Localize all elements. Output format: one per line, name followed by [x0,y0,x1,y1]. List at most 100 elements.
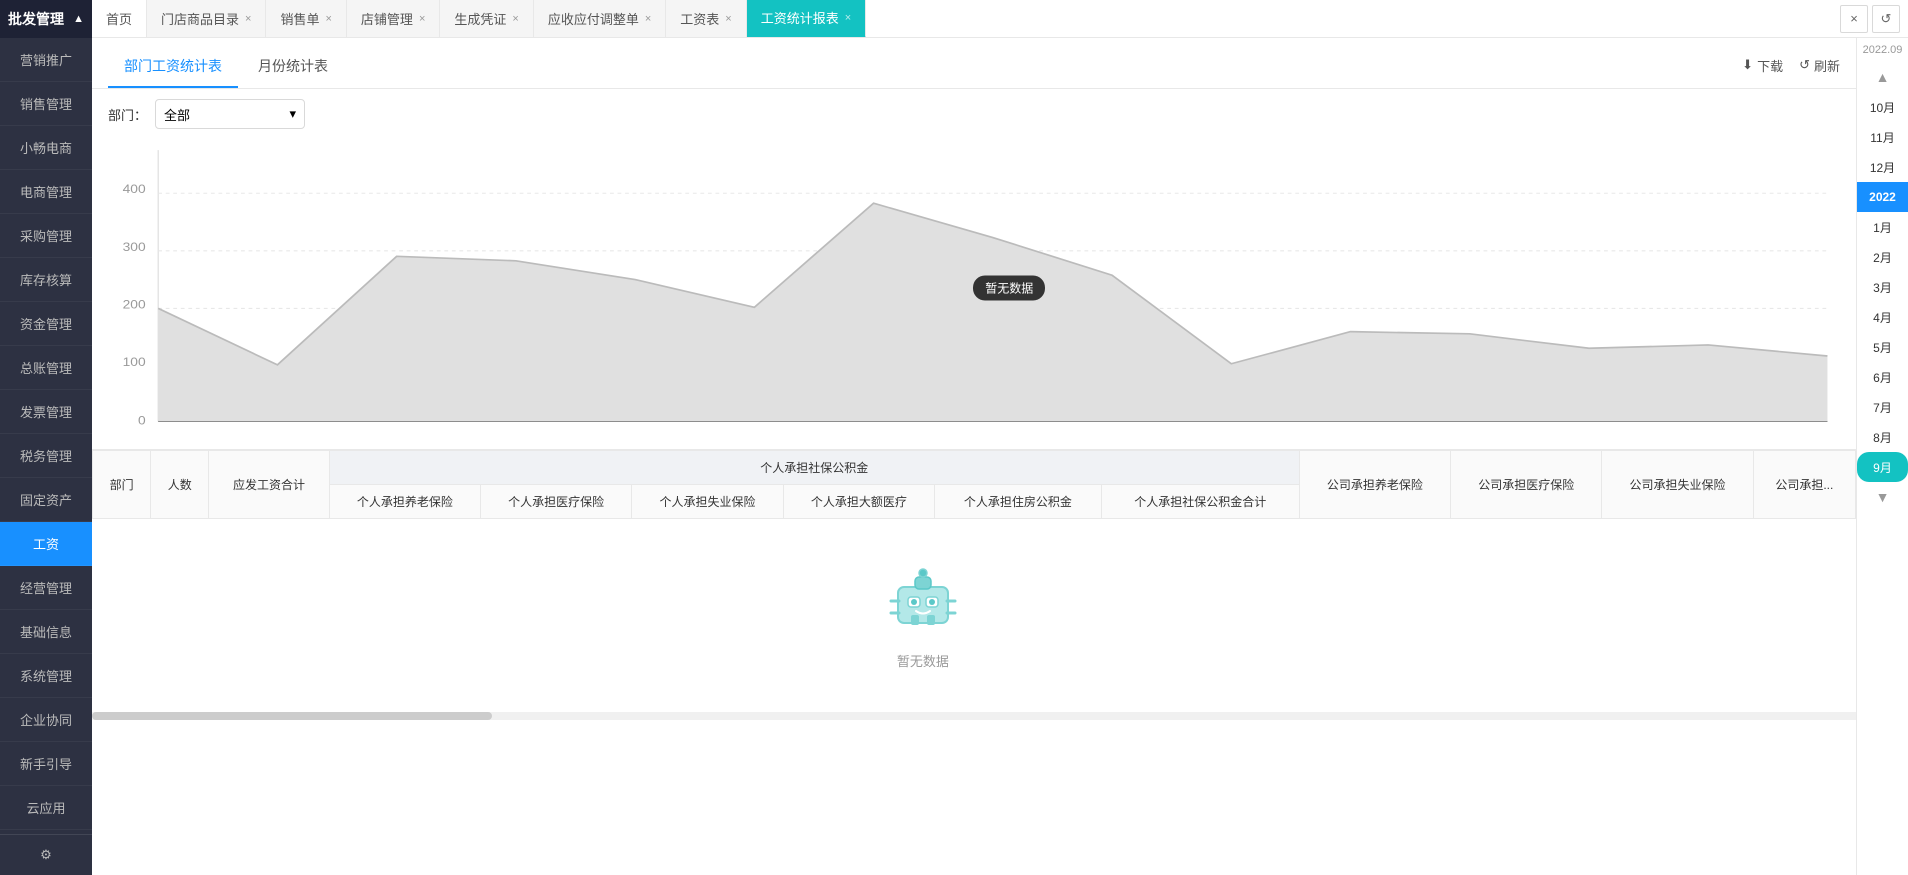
sidebar-item-ecommerce-small[interactable]: 小畅电商 [0,126,92,170]
date-item-dec[interactable]: 12月 [1857,152,1908,182]
tab-home[interactable]: 首页 [92,0,147,38]
refresh-tab-button[interactable]: ↺ [1872,5,1900,33]
sidebar-item-ledger[interactable]: 总账管理 [0,346,92,390]
empty-text: 暂无数据 [897,651,949,670]
col-header-total-salary: 应发工资合计 [209,451,329,519]
sidebar-header: 批发管理 ▲ [0,0,92,38]
dept-select[interactable]: 全部 ▾ [155,99,305,129]
chevron-down-icon: ▾ [289,106,296,122]
date-item-nov[interactable]: 11月 [1857,122,1908,152]
col-header-dept: 部门 [93,451,151,519]
svg-text:0: 0 [138,413,146,427]
empty-state: 暂无数据 [93,519,1754,710]
tab-bar: 首页 门店商品目录 × 销售单 × 店铺管理 × 生成凭证 × 应收应付调整单 … [92,0,1908,38]
tab-receivable-adjustment[interactable]: 应收应付调整单 × [534,0,666,38]
col-header-company-other: 公司承担... [1753,451,1855,519]
h-scrollbar[interactable] [92,712,1856,720]
tab-payroll-report[interactable]: 工资统计报表 × [747,0,866,38]
refresh-icon: ↺ [1881,11,1892,27]
close-all-icon: × [1850,11,1858,26]
col-header-personal-medical: 个人承担医疗保险 [481,485,632,519]
data-table: 部门 人数 应发工资合计 个人承担社保公积金 [92,450,1856,710]
main-area: 首页 门店商品目录 × 销售单 × 店铺管理 × 生成凭证 × 应收应付调整单 … [92,0,1908,875]
sidebar-item-system[interactable]: 系统管理 [0,654,92,698]
date-prev-btn[interactable]: ▲ [1857,62,1908,92]
tab-close-payroll-table[interactable]: × [725,13,731,25]
date-item-jan[interactable]: 1月 [1857,212,1908,242]
date-item-feb[interactable]: 2月 [1857,242,1908,272]
tab-close-generate-voucher[interactable]: × [512,13,518,25]
download-icon: ⬇ [1742,57,1753,73]
date-item-jun[interactable]: 6月 [1857,362,1908,392]
svg-text:100: 100 [123,355,146,369]
sidebar-title: 批发管理 [8,9,64,29]
date-next-btn[interactable]: ▼ [1857,482,1908,512]
sub-tabs: 部门工资统计表 月份统计表 ⬇ 下载 ↺ 刷新 [92,38,1856,89]
sidebar-item-invoice[interactable]: 发票管理 [0,390,92,434]
col-header-personal-large-medical: 个人承担大额医疗 [783,485,934,519]
sidebar-item-guide[interactable]: 新手引导 [0,742,92,786]
table-empty-row: 暂无数据 [93,519,1856,711]
sidebar: 批发管理 ▲ 营销推广 销售管理 小畅电商 电商管理 采购管理 库存核算 资金管… [0,0,92,875]
col-header-company-unemployment: 公司承担失业保险 [1602,451,1753,519]
date-item-aug[interactable]: 8月 [1857,422,1908,452]
chart-area: 暂无数据 0 100 200 300 400 [92,139,1856,449]
tab-close-store-catalog[interactable]: × [245,13,251,25]
col-header-headcount: 人数 [151,451,209,519]
sidebar-item-finance[interactable]: 资金管理 [0,302,92,346]
sidebar-item-inventory[interactable]: 库存核算 [0,258,92,302]
svg-text:200: 200 [123,297,146,311]
tab-store-catalog[interactable]: 门店商品目录 × [147,0,266,38]
download-button[interactable]: ⬇ 下载 [1742,56,1783,75]
tab-sales[interactable]: 销售单 × [266,0,346,38]
h-scrollbar-thumb[interactable] [92,712,492,720]
sidebar-item-ecommerce[interactable]: 电商管理 [0,170,92,214]
sidebar-item-cloud[interactable]: 云应用 [0,786,92,830]
tab-close-payroll-report[interactable]: × [845,12,851,24]
sidebar-item-purchase[interactable]: 采购管理 [0,214,92,258]
date-item-apr[interactable]: 4月 [1857,302,1908,332]
date-item-oct[interactable]: 10月 [1857,92,1908,122]
sidebar-item-assets[interactable]: 固定资产 [0,478,92,522]
close-all-tabs-button[interactable]: × [1840,5,1868,33]
tab-close-shop-manage[interactable]: × [419,13,425,25]
date-item-mar[interactable]: 3月 [1857,272,1908,302]
col-header-company-pension: 公司承担养老保险 [1299,451,1450,519]
tab-close-sales[interactable]: × [325,13,331,25]
sidebar-item-tax[interactable]: 税务管理 [0,434,92,478]
right-date-panel: 2022.09 ▲ 10月 11月 12月 2022 1月 2月 3月 [1856,38,1908,875]
tab-shop-manage[interactable]: 店铺管理 × [347,0,440,38]
svg-text:300: 300 [123,240,146,254]
date-item-may[interactable]: 5月 [1857,332,1908,362]
date-item-jul[interactable]: 7月 [1857,392,1908,422]
chart-svg: 0 100 200 300 400 [108,139,1840,449]
sub-tab-dept-stats[interactable]: 部门工资统计表 [108,50,238,88]
sidebar-expand-icon[interactable]: ▲ [73,13,84,25]
col-header-personal-total: 个人承担社保公积金合计 [1101,485,1299,519]
sidebar-item-sales[interactable]: 销售管理 [0,82,92,126]
sidebar-item-marketing[interactable]: 营销推广 [0,38,92,82]
page-content: 部门工资统计表 月份统计表 ⬇ 下载 ↺ 刷新 [92,38,1856,875]
sidebar-item-basic-info[interactable]: 基础信息 [0,610,92,654]
col-header-personal-pension: 个人承担养老保险 [329,485,480,519]
sidebar-settings[interactable]: ⚙ [0,834,92,875]
sidebar-item-operations[interactable]: 经营管理 [0,566,92,610]
date-item-year-2022[interactable]: 2022 [1857,182,1908,212]
dept-filter-bar: 部门： 全部 ▾ [92,89,1856,139]
sub-tab-month-stats[interactable]: 月份统计表 [242,50,344,88]
sidebar-item-payroll[interactable]: 工资 [0,522,92,566]
sidebar-item-enterprise[interactable]: 企业协同 [0,698,92,742]
col-header-personal-unemployment: 个人承担失业保险 [632,485,783,519]
refresh-button[interactable]: ↺ 刷新 [1799,56,1840,75]
date-item-sep[interactable]: 9月 [1857,452,1908,482]
sub-tab-actions: ⬇ 下载 ↺ 刷新 [1742,56,1840,83]
tab-generate-voucher[interactable]: 生成凭证 × [440,0,533,38]
tab-payroll-table[interactable]: 工资表 × [666,0,746,38]
toolbar-left: 部门： 全部 ▾ [108,99,305,129]
date-panel-header: 2022.09 [1857,38,1908,62]
content-area: 部门工资统计表 月份统计表 ⬇ 下载 ↺ 刷新 [92,38,1908,875]
table-area: 部门 人数 应发工资合计 个人承担社保公积金 [92,449,1856,875]
gear-icon: ⚙ [40,847,52,862]
tab-bar-actions: × ↺ [1836,5,1908,33]
tab-close-receivable-adjustment[interactable]: × [645,13,651,25]
